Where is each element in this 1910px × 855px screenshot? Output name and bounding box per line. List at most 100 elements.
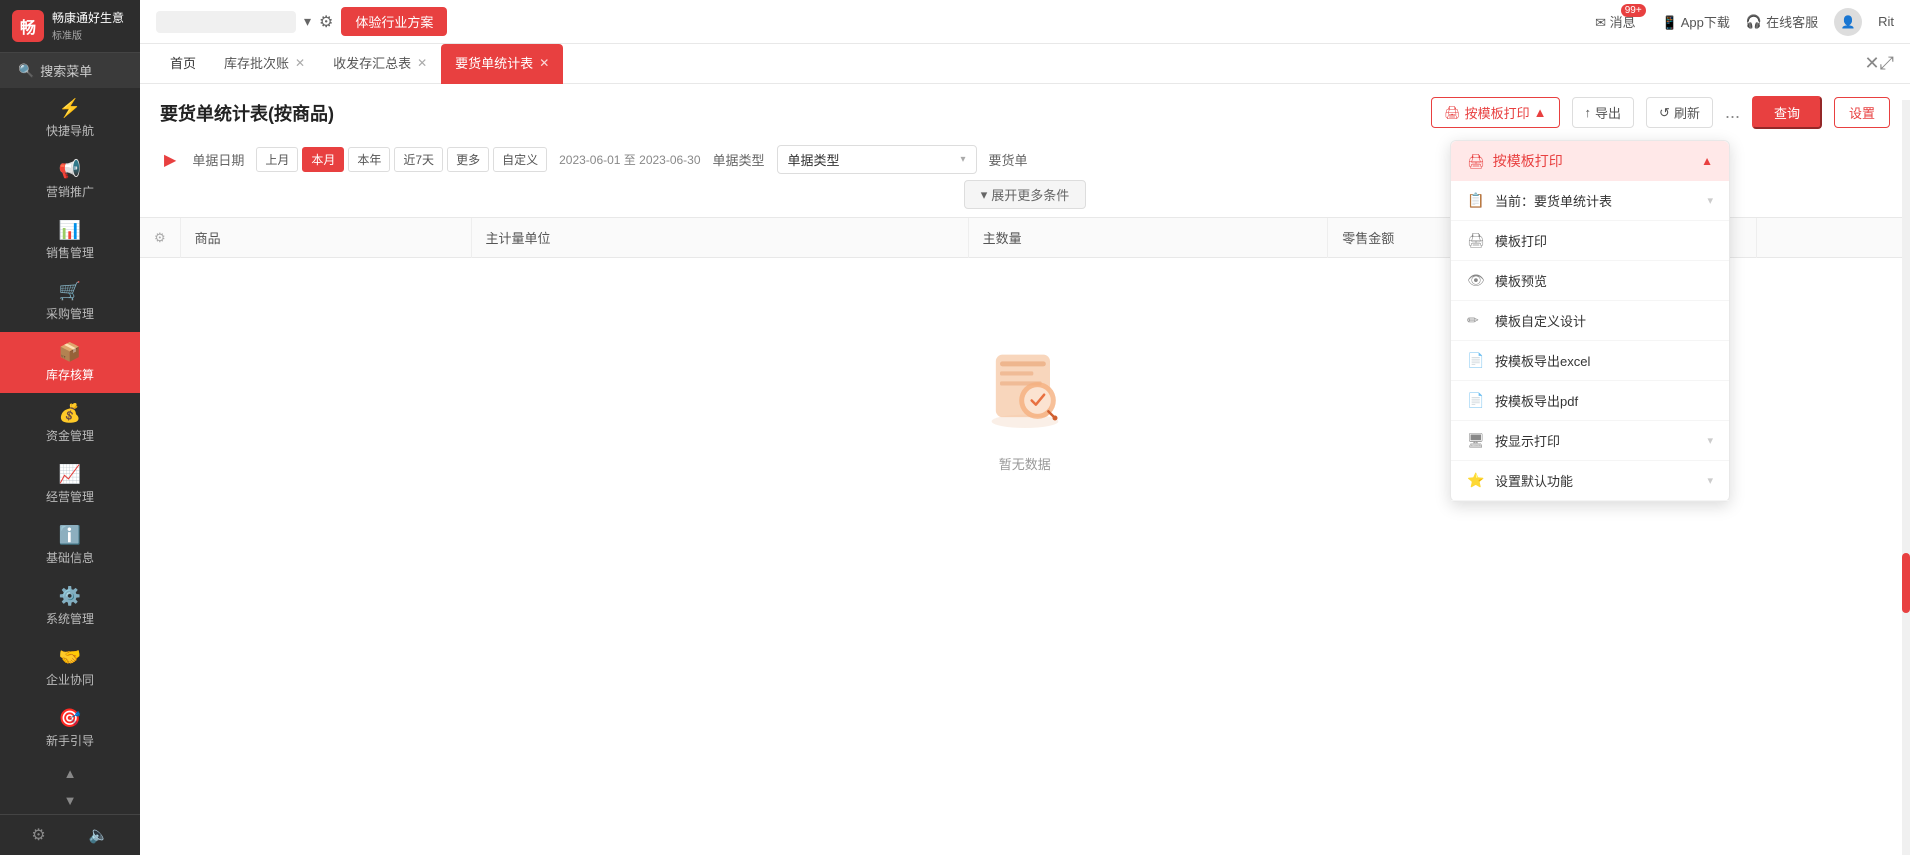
sidebar-item-label: 采购管理 — [46, 305, 94, 322]
tab-batch-account-close[interactable]: ✕ — [295, 56, 305, 70]
export-pdf-item[interactable]: 📄 按模板导出pdf — [1451, 381, 1729, 421]
right-scrollbar[interactable] — [1902, 100, 1910, 855]
sidebar-item-label: 系统管理 — [46, 610, 94, 627]
table-settings-icon[interactable]: ⚙ — [154, 230, 166, 245]
sidebar-item-guide[interactable]: 🎯 新手引导 — [0, 698, 140, 759]
user-name: Rit — [1878, 14, 1894, 29]
expand-more-button[interactable]: ▾ 展开更多条件 — [964, 180, 1087, 209]
sidebar-item-label: 企业协同 — [46, 671, 94, 688]
set-default-label: 设置默认功能 — [1495, 471, 1573, 490]
filter-toggle-button[interactable]: ▶ — [160, 146, 180, 174]
tab-receivable-summary-close[interactable]: ✕ — [417, 56, 427, 70]
set-default-item[interactable]: ⭐ 设置默认功能 ▾ — [1451, 461, 1729, 501]
sidebar-scroll-up[interactable]: ▲ — [0, 760, 140, 787]
export-button[interactable]: ↑ 导出 — [1572, 97, 1635, 128]
page-title: 要货单统计表(按商品) — [160, 100, 334, 126]
sidebar-item-sales[interactable]: 📊 销售管理 — [0, 210, 140, 271]
app-logo: 畅 畅康通好生意 标准版 — [0, 0, 140, 53]
tab-receivable-summary-label: 收发存汇总表 — [333, 53, 411, 72]
tab-order-stats[interactable]: 要货单统计表 ✕ — [441, 44, 563, 84]
tab-home[interactable]: 首页 — [156, 44, 210, 84]
sidebar: 畅 畅康通好生意 标准版 🔍 搜索菜单 ⚡ 快捷导航 📢 营销推广 📊 销售管理… — [0, 0, 140, 855]
sidebar-item-quick-nav[interactable]: ⚡ 快捷导航 — [0, 88, 140, 149]
search-icon: 🔍 — [18, 63, 34, 79]
sidebar-item-app-center[interactable]: 🔔 应用中心 — [0, 759, 140, 760]
tab-home-label: 首页 — [170, 53, 196, 72]
sidebar-item-label: 经营管理 — [46, 488, 94, 505]
set-default-arrow: ▾ — [1707, 474, 1713, 487]
query-button[interactable]: 查询 — [1752, 96, 1822, 129]
tab-order-stats-close[interactable]: ✕ — [539, 56, 549, 70]
date-btn-more[interactable]: 更多 — [447, 147, 489, 172]
sidebar-search-label: 搜索菜单 — [40, 61, 92, 80]
topbar: ▾ ⚙ 体验行业方案 ✉ 消息 99+ 📱 App下载 🎧 在线客服 👤 Rit — [140, 0, 1910, 44]
print-preview-item[interactable]: 👁 模板预览 — [1451, 261, 1729, 301]
display-print-item[interactable]: 🖥 按显示打印 ▾ — [1451, 421, 1729, 461]
headset-icon: 🎧 — [1746, 14, 1762, 30]
marketing-icon: 📢 — [59, 159, 81, 180]
display-print-arrow: ▾ — [1707, 434, 1713, 447]
inventory-icon: 📦 — [59, 342, 81, 363]
scrollbar-thumb[interactable] — [1902, 553, 1910, 613]
tab-receivable-summary[interactable]: 收发存汇总表 ✕ — [319, 44, 441, 84]
print-template-button[interactable]: 🖨 按模板打印 ▲ — [1431, 97, 1559, 128]
operations-icon: 📈 — [59, 464, 81, 485]
settings-button[interactable]: 设置 — [1834, 97, 1890, 128]
trial-button[interactable]: 体验行业方案 — [341, 7, 447, 36]
topbar-gear-button[interactable]: ⚙ — [319, 12, 333, 32]
sidebar-nav: ⚡ 快捷导航 📢 营销推广 📊 销售管理 🛒 采购管理 📦 库存核算 💰 资金管… — [0, 88, 140, 760]
sidebar-item-purchase[interactable]: 🛒 采购管理 — [0, 271, 140, 332]
sidebar-scroll-down[interactable]: ▼ — [0, 787, 140, 814]
sidebar-item-basic-info[interactable]: ℹ️ 基础信息 — [0, 515, 140, 576]
export-pdf-icon: 📄 — [1467, 392, 1485, 409]
sidebar-item-finance[interactable]: 💰 资金管理 — [0, 393, 140, 454]
print-dropdown: 🖨 按模板打印 ▲ 📋 当前：要货单统计表 ▾ 🖨 模板打印 👁 模板预览 ✏ … — [1450, 140, 1730, 502]
sidebar-item-label: 资金管理 — [46, 427, 94, 444]
print-current-icon: 📋 — [1467, 192, 1485, 209]
expand-more-icon: ▾ — [981, 187, 988, 203]
date-filter-label: 单据日期 — [192, 150, 244, 169]
sidebar-item-system[interactable]: ⚙️ 系统管理 — [0, 576, 140, 637]
date-btn-this-year[interactable]: 本年 — [348, 147, 390, 172]
date-btn-7days[interactable]: 近7天 — [394, 147, 443, 172]
sidebar-item-label: 快捷导航 — [46, 122, 94, 139]
app-download-button[interactable]: 📱 App下载 — [1662, 12, 1730, 31]
page-header: 要货单统计表(按商品) 🖨 按模板打印 ▲ ↑ 导出 ↺ 刷新 ... 查询 设… — [140, 84, 1910, 137]
tab-close-all-button[interactable]: ✕ — [1865, 53, 1880, 74]
sidebar-item-enterprise[interactable]: 🤝 企业协同 — [0, 637, 140, 698]
date-btn-last-month[interactable]: 上月 — [256, 147, 298, 172]
message-button[interactable]: ✉ 消息 99+ — [1595, 12, 1636, 31]
print-template-item[interactable]: 🖨 模板打印 — [1451, 221, 1729, 261]
topbar-search-input[interactable] — [156, 11, 296, 33]
sidebar-item-operations[interactable]: 📈 经营管理 — [0, 454, 140, 515]
online-service-button[interactable]: 🎧 在线客服 — [1746, 12, 1818, 31]
settings-bottom-icon[interactable]: ⚙ — [31, 825, 45, 845]
date-btn-custom[interactable]: 自定义 — [493, 147, 547, 172]
export-excel-item[interactable]: 📄 按模板导出excel — [1451, 341, 1729, 381]
order-type-select[interactable]: 单据类型 ▾ — [777, 145, 977, 174]
expand-more-label: 展开更多条件 — [991, 185, 1069, 204]
tab-expand-button[interactable]: ⤢ — [1880, 53, 1894, 74]
sidebar-item-inventory[interactable]: 📦 库存核算 — [0, 332, 140, 393]
refresh-button[interactable]: ↺ 刷新 — [1646, 97, 1713, 128]
tab-batch-account[interactable]: 库存批次账 ✕ — [210, 44, 319, 84]
print-current-template[interactable]: 📋 当前：要货单统计表 ▾ — [1451, 181, 1729, 221]
export-icon: ↑ — [1585, 105, 1592, 120]
date-btn-this-month[interactable]: 本月 — [302, 147, 344, 172]
purchase-icon: 🛒 — [59, 281, 81, 302]
topbar-dropdown-button[interactable]: ▾ — [304, 13, 311, 30]
sidebar-item-label: 库存核算 — [46, 366, 94, 383]
template-design-item[interactable]: ✏ 模板自定义设计 — [1451, 301, 1729, 341]
sidebar-search[interactable]: 🔍 搜索菜单 — [0, 53, 140, 88]
sidebar-bottom: ⚙ 🔈 — [0, 814, 140, 855]
sidebar-item-label: 销售管理 — [46, 244, 94, 261]
user-avatar[interactable]: 👤 — [1834, 8, 1862, 36]
set-default-icon: ⭐ — [1467, 472, 1485, 489]
table-header-settings[interactable]: ⚙ — [140, 218, 180, 258]
sound-icon[interactable]: 🔈 — [89, 825, 109, 845]
print-dropdown-header[interactable]: 🖨 按模板打印 ▲ — [1451, 141, 1729, 181]
table-header-quantity: 主数量 — [968, 218, 1328, 258]
more-button[interactable]: ... — [1725, 102, 1740, 123]
sidebar-item-marketing[interactable]: 📢 营销推广 — [0, 149, 140, 210]
template-preview-label: 模板预览 — [1495, 271, 1547, 290]
